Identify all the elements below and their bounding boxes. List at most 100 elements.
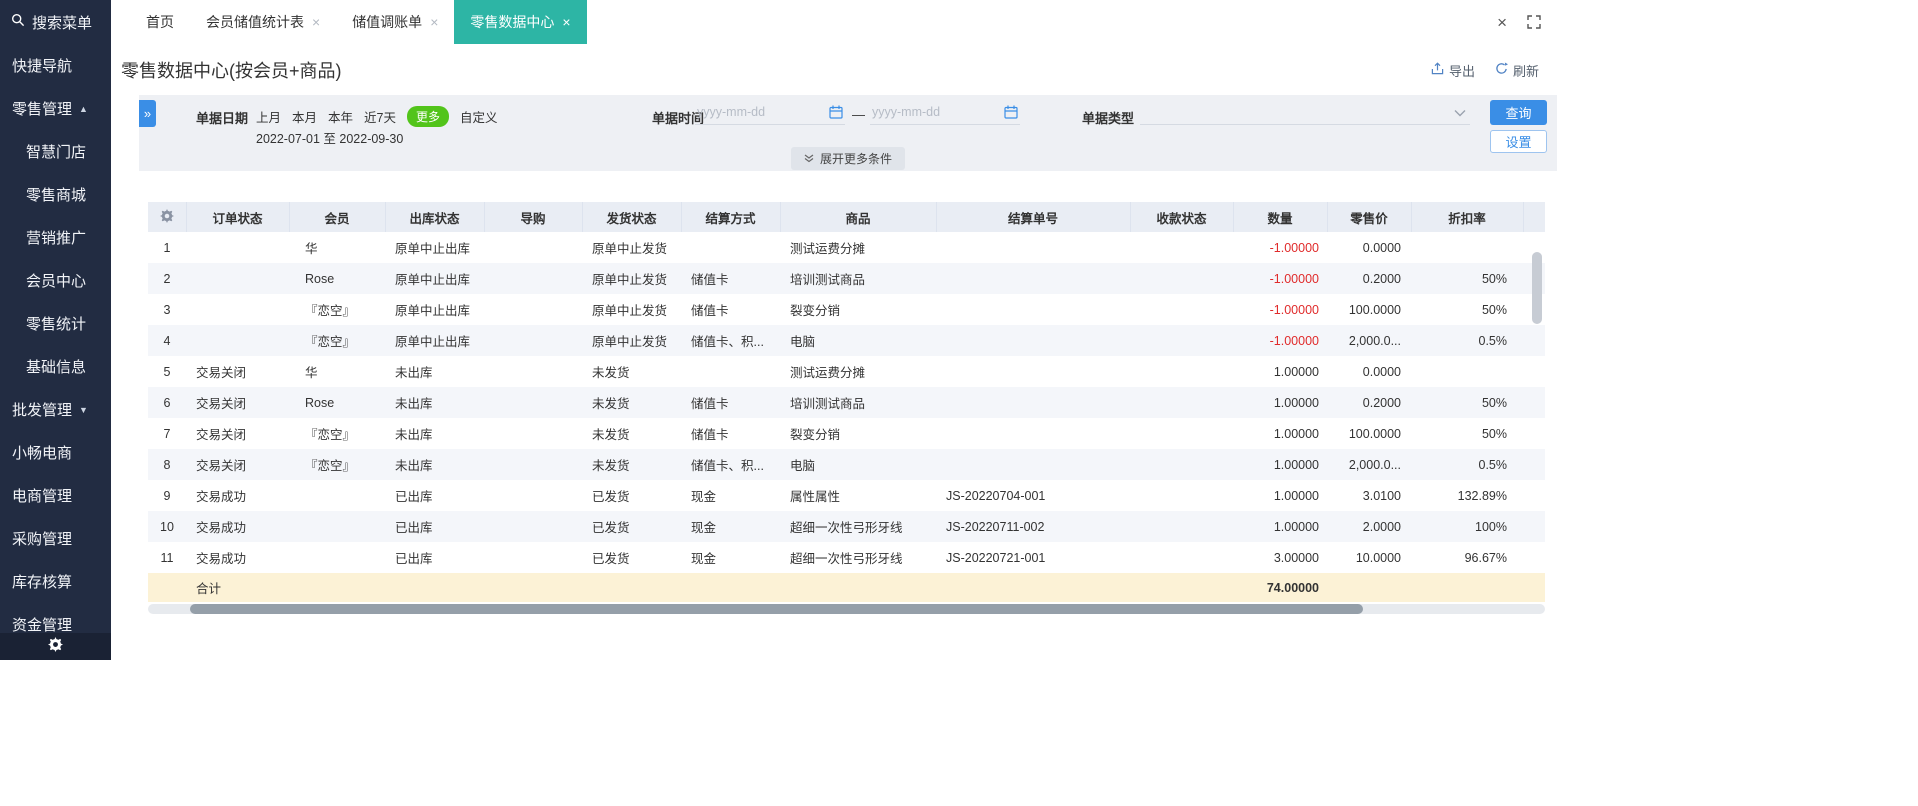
sidebar-item[interactable]: 库存核算 [0,560,111,603]
table-row[interactable]: 5 交易关闭 华 未出库 未发货 测试运费分摊 1.00000 0.0000 [148,356,1545,387]
doc-type-select[interactable] [1140,100,1470,125]
sidebar-item[interactable]: 零售统计 [0,302,111,345]
row-number: 7 [163,426,171,441]
refresh-label: 刷新 [1512,63,1539,79]
column-header[interactable]: 出库状态 [385,202,485,232]
tab-label: 会员储值统计表 [206,14,304,30]
cell-settlement-doc-no [936,263,1130,294]
column-header[interactable]: 结算方式 [681,202,781,232]
sidebar-item[interactable]: 快捷导航 [0,44,111,87]
column-header[interactable]: 折扣率 [1411,202,1524,232]
sidebar-item[interactable]: 会员中心 [0,259,111,302]
cell-outbound-status: 未出库 [395,428,433,442]
tab-label: 首页 [146,14,174,30]
cell-quantity: -1.00000 [1233,263,1327,294]
column-header[interactable]: 发货状态 [582,202,682,232]
start-date-input[interactable] [695,100,845,125]
export-button[interactable]: 导出 [1431,61,1475,80]
tab[interactable]: 储值调账单 × [336,0,454,44]
row-number: 6 [148,387,186,418]
cell-shopping-guide [484,263,582,294]
quick-date-option[interactable]: 本月 [292,107,317,126]
cell-retail-price: 0.2000 [1327,387,1411,418]
sidebar-item[interactable]: 基础信息 [0,345,111,388]
cell-member [289,542,385,573]
tab[interactable]: 首页 [130,0,190,44]
cell-product: 培训测试商品 [780,387,936,418]
cell-member: 『恋空』 [289,325,385,356]
calendar-icon[interactable] [829,105,843,124]
cell-shopping-guide [484,387,582,418]
row-number: 8 [148,449,186,480]
more-dates-button[interactable]: 更多 [407,106,450,127]
sidebar-item[interactable]: 零售管理 ▲ [0,87,111,130]
expand-more-conditions[interactable]: 展开更多条件 [790,147,906,170]
quick-date-option[interactable]: 上月 [256,107,281,126]
cell-outbound-status: 原单中止出库 [385,263,484,294]
refresh-icon [1495,62,1508,78]
table-row[interactable]: 2 Rose 原单中止出库 原单中止发货 储值卡 培训测试商品 -1.00000 0.2000… [148,263,1545,294]
settings-button[interactable]: 设置 [1490,130,1547,153]
cell-retail-price: 2.0000 [1327,511,1411,542]
tab[interactable]: 会员储值统计表 × [190,0,336,44]
end-date-input[interactable] [870,100,1020,125]
sidebar-item[interactable]: 小畅电商 [0,431,111,474]
horizontal-scrollbar-thumb[interactable] [189,604,1364,614]
quick-date-option[interactable]: 本年 [328,107,353,126]
refresh-button[interactable]: 刷新 [1495,61,1539,80]
table-row[interactable]: 3 『恋空』 原单中止出库 原单中止发货 储值卡 裂变分销 -1.00000 100.0000… [148,294,1545,325]
column-settings-header[interactable] [148,202,187,232]
column-header[interactable]: 数量 [1233,202,1328,232]
table-row[interactable]: 1 华 原单中止出库 原单中止发货 测试运费分摊 -1.00000 0.0000 [148,232,1545,263]
tab-close-icon[interactable]: × [430,15,438,29]
sidebar-item[interactable]: 采购管理 [0,517,111,560]
fullscreen-icon[interactable] [1527,15,1541,29]
cell-settlement-doc-no [936,325,1130,356]
column-header[interactable]: 商品 [780,202,937,232]
cell-order-status [186,294,289,325]
cell-discount-rate: 50% [1411,387,1523,418]
sidebar-item-label: 快捷导航 [12,58,73,75]
collapse-filter-handle[interactable]: » [139,100,156,127]
export-icon [1431,62,1444,78]
table-row[interactable]: 4 『恋空』 原单中止出库 原单中止发货 储值卡、积... 电脑 -1.00000 2,000… [148,325,1545,356]
quick-date-option[interactable]: 近7天 [364,107,396,126]
horizontal-scrollbar-track[interactable] [148,604,1545,614]
sidebar-search[interactable]: 搜索菜单 [0,0,111,44]
table-row[interactable]: 11 交易成功 已出库 已发货 现金 超细一次性弓形牙线 JS-20220721-001 3.… [148,542,1545,573]
table-row[interactable]: 10 交易成功 已出库 已发货 现金 超细一次性弓形牙线 JS-20220711-002 1.… [148,511,1545,542]
cell-retail-price: 10.0000 [1355,550,1401,565]
sidebar-item[interactable]: 批发管理 ▼ [0,388,111,431]
tab-close-icon[interactable]: × [312,15,320,29]
calendar-icon[interactable] [1004,105,1018,124]
cell-member: Rose [289,387,385,418]
column-header[interactable]: 订单状态 [186,202,290,232]
column-header[interactable]: 收款状态 [1130,202,1234,232]
cell-retail-price: 100.0000 [1348,426,1401,441]
cell-outbound-status: 已出库 [395,552,433,566]
table-row[interactable]: 9 交易成功 已出库 已发货 现金 属性属性 JS-20220704-001 1.00000 3… [148,480,1545,511]
vertical-scrollbar[interactable] [1532,252,1542,324]
table-row[interactable]: 7 交易关闭 『恋空』 未出库 未发货 储值卡 裂变分销 1.00000 100.0000 50% [148,418,1545,449]
cell-member: 『恋空』 [305,428,356,442]
tab[interactable]: 零售数据中心 × [454,0,587,44]
column-header[interactable]: 导购 [484,202,583,232]
column-header[interactable]: 零售价 [1327,202,1412,232]
cell-retail-price: 3.0100 [1362,488,1401,503]
sidebar-item[interactable]: 营销推广 [0,216,111,259]
column-header[interactable]: 结算单号 [936,202,1131,232]
sidebar-item[interactable]: 电商管理 [0,474,111,517]
close-icon[interactable]: × [1497,14,1507,31]
tab-close-icon[interactable]: × [562,15,570,29]
sidebar-item[interactable]: 零售商城 [0,173,111,216]
tab-bar: 首页 会员储值统计表 × 储值调账单 × 零售数据中心 × × [111,0,1557,44]
table-row[interactable]: 8 交易关闭 『恋空』 未出库 未发货 储值卡、积... 电脑 1.00000 2,000.0.… [148,449,1545,480]
sidebar-item[interactable]: 智慧门店 [0,130,111,173]
sidebar-settings-bar[interactable] [0,633,111,660]
query-button[interactable]: 查询 [1490,100,1547,125]
page-header: 零售数据中心(按会员+商品) 导出 刷新 [111,44,1557,95]
table-row[interactable]: 6 交易关闭 Rose 未出库 未发货 储值卡 培训测试商品 1.00000 0.2000 50% [148,387,1545,418]
column-header[interactable]: 会员 [289,202,386,232]
custom-date-option[interactable]: 自定义 [460,107,498,126]
cell-retail-price: 100.0000 [1348,302,1401,317]
